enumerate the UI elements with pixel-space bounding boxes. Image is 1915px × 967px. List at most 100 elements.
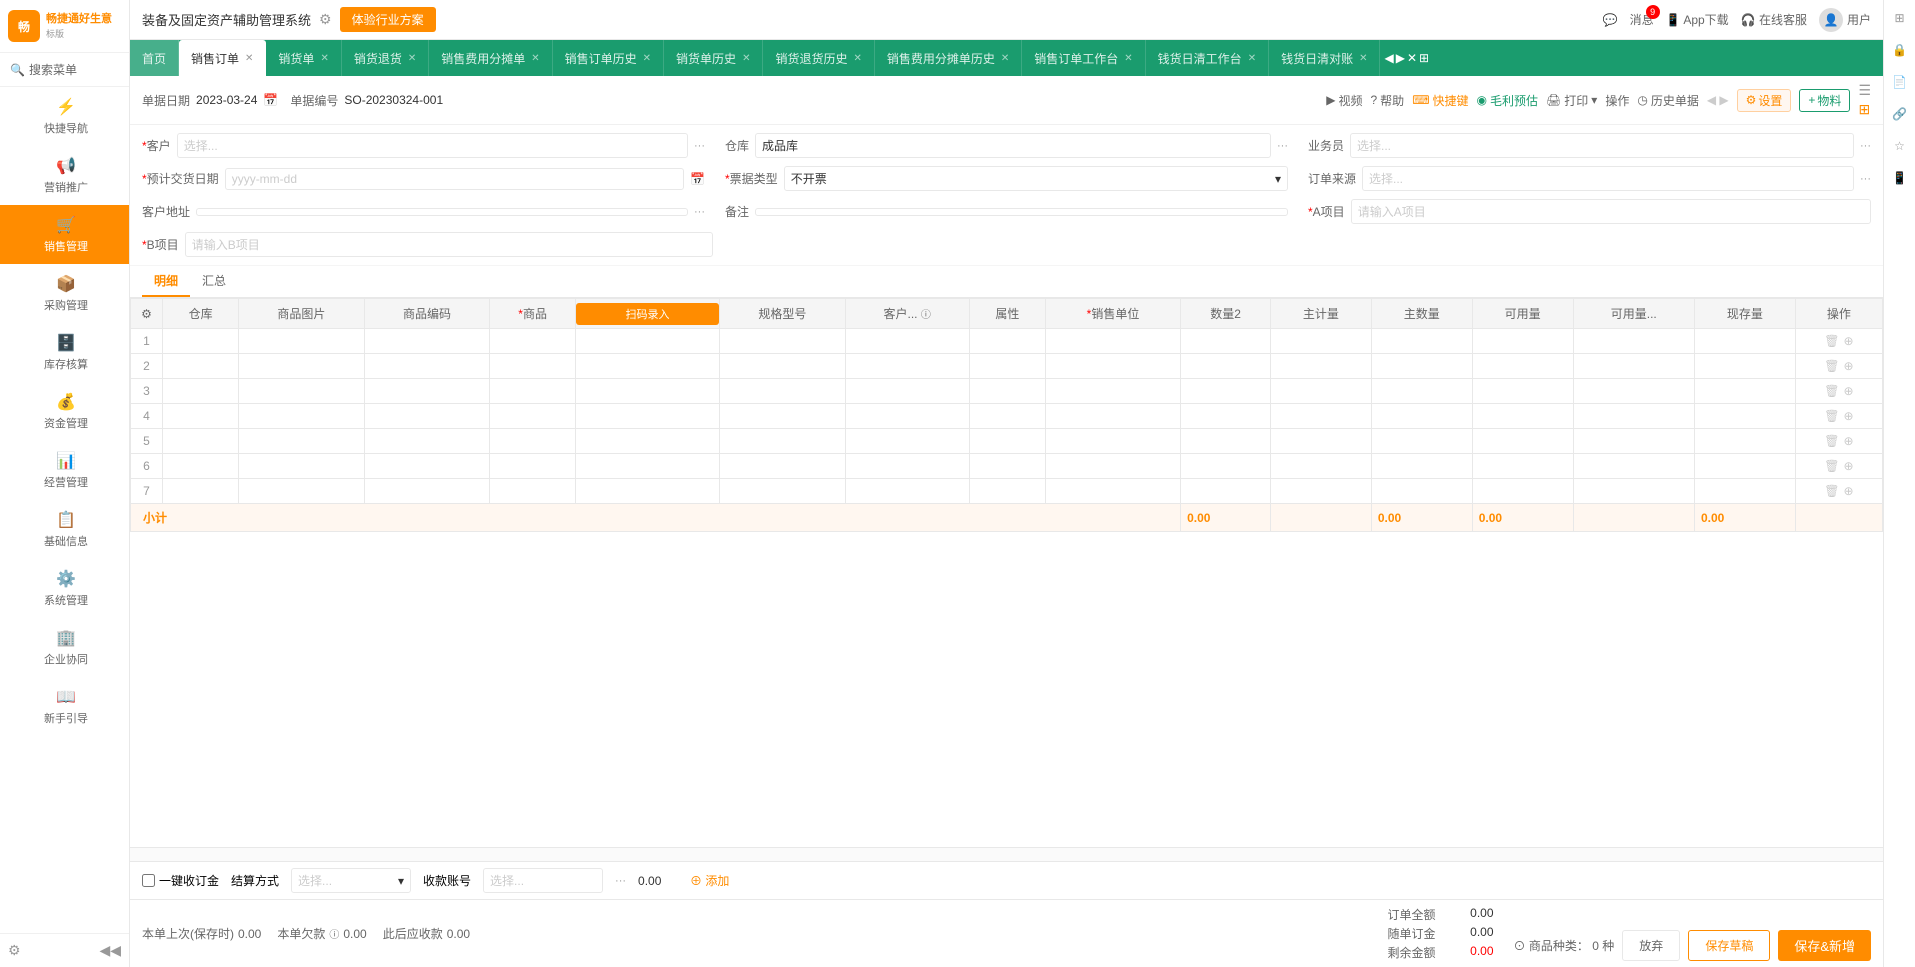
tab-close-icon[interactable]: ✕ [853,53,861,64]
view-mode-btns[interactable]: ☰ ⊞ [1858,82,1871,118]
sidebar-item-marketing[interactable]: 📢 营销推广 [0,146,129,205]
tab-detail[interactable]: 明细 [142,266,190,297]
delete-icon[interactable]: 🗑 [1824,409,1839,423]
staff-input[interactable]: 选择... [1350,133,1854,158]
tab-close-icon[interactable]: ✕ [1248,53,1256,64]
one-click-checkbox[interactable]: 一键收订金 [142,872,219,889]
help-btn[interactable]: ? 帮助 [1370,92,1404,109]
close-all-icon[interactable]: ✕ [1407,51,1417,65]
tab-sales-return[interactable]: 销货退货 ✕ [342,40,429,76]
copy-icon[interactable]: ⊕ [1844,359,1854,373]
tab-close-icon[interactable]: ✕ [742,53,750,64]
delete-icon[interactable]: 🗑 [1824,484,1839,498]
user-area[interactable]: 👤 用户 [1819,8,1871,32]
order-source-input[interactable]: 选择... [1362,166,1854,191]
right-panel-btn-6[interactable]: 📱 [1886,164,1914,192]
delete-icon[interactable]: 🗑 [1824,334,1839,348]
tab-cash-reconcile[interactable]: 钱货日清对账 ✕ [1269,40,1380,76]
sidebar-item-sales[interactable]: 🛒 销售管理 [0,205,129,264]
sidebar-item-system[interactable]: ⚙️ 系统管理 [0,559,129,618]
tab-invoice-history[interactable]: 销货单历史 ✕ [664,40,763,76]
tab-summary[interactable]: 汇总 [190,266,238,297]
copy-icon[interactable]: ⊕ [1844,384,1854,398]
tab-close-icon[interactable]: ✕ [1359,53,1367,64]
one-click-checkbox-input[interactable] [142,874,155,887]
delete-icon[interactable]: 🗑 [1824,359,1839,373]
tab-close-icon[interactable]: ✕ [531,53,539,64]
expand-icon[interactable]: ⊞ [1419,51,1429,65]
list-view-icon[interactable]: ☰ [1858,82,1871,99]
sidebar-item-operations[interactable]: 📊 经营管理 [0,441,129,500]
right-panel-btn-3[interactable]: 📄 [1886,68,1914,96]
tab-close-icon[interactable]: ✕ [1124,53,1132,64]
right-panel-btn-4[interactable]: 🔗 [1886,100,1914,128]
history-btn[interactable]: ◷ 历史单据 [1637,92,1699,109]
tab-close-icon[interactable]: ✕ [320,53,328,64]
tab-return-history[interactable]: 销货退货历史 ✕ [763,40,874,76]
customer-more-btn[interactable]: ··· [694,140,705,152]
save-new-btn[interactable]: 保存&新增 [1778,930,1871,961]
discard-btn[interactable]: 放弃 [1622,930,1680,961]
chevron-right-icon[interactable]: ▶ [1396,51,1405,65]
sidebar-item-enterprise[interactable]: 🏢 企业协同 [0,618,129,677]
delivery-date-input[interactable]: yyyy-mm-dd [225,168,684,190]
account-select[interactable]: 选择... [483,868,603,893]
view-btn[interactable]: ▶ 视频 [1326,92,1362,109]
profit-btn[interactable]: ◉ 毛利预估 [1477,92,1539,109]
right-panel-btn-1[interactable]: ⊞ [1886,4,1914,32]
customer-addr-input[interactable] [196,208,688,216]
grid-view-icon[interactable]: ⊞ [1858,101,1871,118]
copy-icon[interactable]: ⊕ [1844,459,1854,473]
online-support-btn[interactable]: 🎧 在线客服 [1741,11,1807,28]
shortcut-btn[interactable]: ⌨ 快捷键 [1412,92,1468,109]
horizontal-scrollbar[interactable] [130,847,1883,861]
tab-order-workbench[interactable]: 销售订单工作台 ✕ [1022,40,1145,76]
tab-cash-workbench[interactable]: 钱货日清工作台 ✕ [1146,40,1269,76]
tab-expense-history[interactable]: 销售费用分摊单历史 ✕ [875,40,1022,76]
tab-close-icon[interactable]: ✕ [643,53,651,64]
tab-close-icon[interactable]: ✕ [408,53,416,64]
sidebar-item-basic[interactable]: 📋 基础信息 [0,500,129,559]
payment-method-select[interactable]: 选择... ▾ [291,868,411,893]
add-settle-btn[interactable]: ⊕ 添加 [690,872,729,889]
copy-icon[interactable]: ⊕ [1844,484,1854,498]
b-project-input[interactable]: 请输入B项目 [185,232,713,257]
settings-btn[interactable]: ⚙ 设置 [1737,89,1792,112]
tab-home[interactable]: 首页 [130,40,179,76]
customer-input[interactable]: 选择... [177,133,688,158]
sidebar-item-inventory[interactable]: 🗄️ 库存核算 [0,323,129,382]
tab-close-icon[interactable]: ✕ [1001,53,1009,64]
message-btn[interactable]: 💬 9 消息 [1603,11,1654,28]
sidebar-collapse-btn[interactable]: ◀◀ [99,942,121,959]
warehouse-select[interactable]: 成品库 [755,133,1271,158]
tab-sales-invoice[interactable]: 销货单 ✕ [266,40,341,76]
account-more-btn[interactable]: ··· [615,875,626,887]
delete-icon[interactable]: 🗑 [1824,434,1839,448]
a-project-input[interactable]: 请输入A项目 [1351,199,1871,224]
tab-sales-order-history[interactable]: 销售订单历史 ✕ [553,40,664,76]
tabbar-nav[interactable]: ◀ ▶ ✕ ⊞ [1380,51,1433,65]
sidebar-search[interactable]: 🔍 搜索菜单 [0,53,129,87]
invoice-select[interactable]: 不开票 ▾ [784,166,1288,191]
app-download-btn[interactable]: 📱 App下载 [1666,11,1729,28]
ops-btn[interactable]: 操作 [1605,92,1629,109]
delete-icon[interactable]: 🗑 [1824,384,1839,398]
right-panel-btn-2[interactable]: 🔒 [1886,36,1914,64]
tab-close-icon[interactable]: ✕ [245,53,253,64]
delete-icon[interactable]: 🗑 [1824,459,1839,473]
sidebar-item-purchase[interactable]: 📦 采购管理 [0,264,129,323]
print-btn[interactable]: 🖨 打印 ▾ [1546,92,1597,109]
right-panel-btn-5[interactable]: ☆ [1886,132,1914,160]
scan-btn[interactable]: 扫码录入 [576,303,719,325]
copy-icon[interactable]: ⊕ [1844,434,1854,448]
addr-more-btn[interactable]: ··· [694,206,705,218]
note-input[interactable] [755,208,1288,216]
tab-sales-expense[interactable]: 销售费用分摊单 ✕ [429,40,552,76]
add-materials-btn[interactable]: + 物料 [1799,89,1850,112]
topbar-settings-icon[interactable]: ⚙ [319,11,332,28]
order-source-more-btn[interactable]: ··· [1860,173,1871,185]
calendar-icon[interactable]: 📅 [263,93,278,107]
copy-icon[interactable]: ⊕ [1844,409,1854,423]
sidebar-item-finance[interactable]: 💰 资金管理 [0,382,129,441]
calendar-small-icon[interactable]: 📅 [690,172,705,186]
